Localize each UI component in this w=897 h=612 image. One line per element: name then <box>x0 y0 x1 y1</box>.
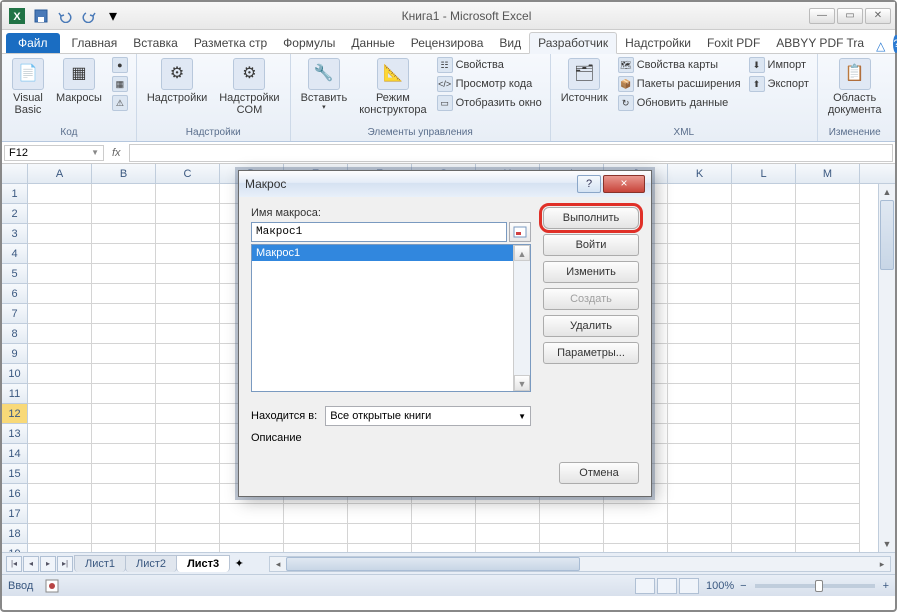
dropdown-icon: ▼ <box>518 412 526 421</box>
dialog-overlay: Макрос ? × Имя макроса: Макрос1 ▲ ▼ <box>2 2 895 610</box>
dialog-titlebar[interactable]: Макрос ? × <box>239 171 651 197</box>
run-button[interactable]: Выполнить <box>543 207 639 229</box>
macro-list-item[interactable]: Макрос1 <box>252 245 530 261</box>
cancel-button[interactable]: Отмена <box>559 462 639 484</box>
edit-button[interactable]: Изменить <box>543 261 639 283</box>
macro-location-label: Находится в: <box>251 410 317 422</box>
list-scrollbar[interactable]: ▲ ▼ <box>513 245 530 391</box>
collapse-dialog-icon[interactable] <box>509 222 531 242</box>
dialog-help-button[interactable]: ? <box>577 175 601 193</box>
macro-location-select[interactable]: Все открытые книги▼ <box>325 406 531 426</box>
list-scroll-up-icon[interactable]: ▲ <box>514 245 530 261</box>
options-button[interactable]: Параметры... <box>543 342 639 364</box>
macro-listbox[interactable]: Макрос1 ▲ ▼ <box>251 244 531 392</box>
dialog-title: Макрос <box>245 177 577 191</box>
dialog-close-button[interactable]: × <box>603 175 645 193</box>
macro-description-label: Описание <box>251 432 531 444</box>
tab-developer[interactable]: Разработчик <box>529 32 617 54</box>
macro-dialog: Макрос ? × Имя макроса: Макрос1 ▲ ▼ <box>238 170 652 497</box>
macro-name-label: Имя макроса: <box>251 207 531 219</box>
step-into-button[interactable]: Войти <box>543 234 639 256</box>
macro-name-input[interactable] <box>251 222 507 242</box>
list-scroll-down-icon[interactable]: ▼ <box>514 375 530 391</box>
create-button[interactable]: Создать <box>543 288 639 310</box>
delete-button[interactable]: Удалить <box>543 315 639 337</box>
